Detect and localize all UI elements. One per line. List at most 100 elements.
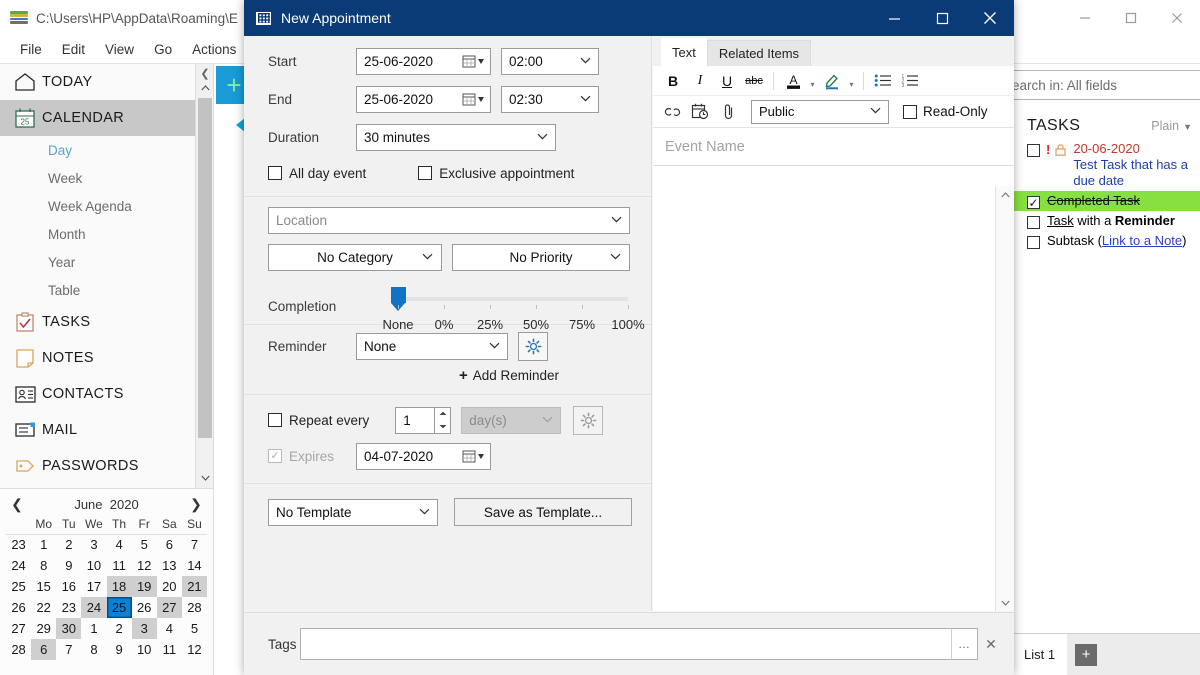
scroll-down-icon[interactable] [196, 470, 214, 486]
mini-calendar-day[interactable]: 29 [31, 618, 56, 639]
mini-calendar-day[interactable]: 7 [182, 534, 207, 555]
mini-calendar-day[interactable]: 24 [81, 597, 107, 618]
sidebar-item-today[interactable]: TODAY [0, 64, 195, 100]
add-reminder-button[interactable]: + Add Reminder [244, 367, 651, 384]
bullet-list-icon[interactable] [871, 69, 895, 93]
sidebar-item-notes[interactable]: NOTES [0, 340, 195, 376]
sidebar-subitem-day[interactable]: Day [0, 136, 195, 164]
sidebar-item-tasks[interactable]: TASKS [0, 304, 195, 340]
duration-select[interactable]: 30 minutes [356, 123, 556, 151]
all-day-checkbox[interactable] [268, 166, 282, 180]
sidebar-subitem-week[interactable]: Week [0, 164, 195, 192]
tags-input[interactable]: … [300, 628, 978, 660]
menu-file[interactable]: File [10, 42, 52, 57]
mini-calendar-day[interactable]: 15 [31, 576, 56, 597]
reminder-settings-button[interactable] [518, 331, 548, 361]
collapse-left-icon[interactable]: ❮ [196, 66, 214, 80]
mini-calendar-day[interactable]: 5 [182, 618, 207, 639]
mini-calendar-day[interactable]: 2 [56, 534, 81, 555]
task-row-completed[interactable]: Completed Task [1013, 191, 1200, 211]
sidebar-item-contacts[interactable]: CONTACTS [0, 376, 195, 412]
chevron-up-icon[interactable] [996, 186, 1015, 203]
menu-view[interactable]: View [95, 42, 144, 57]
sidebar-subitem-month[interactable]: Month [0, 220, 195, 248]
mini-calendar-day[interactable]: 5 [132, 534, 157, 555]
mini-calendar-day[interactable]: 16 [56, 576, 81, 597]
numbered-list-icon[interactable]: 1 2 3 [898, 69, 922, 93]
task-note-link[interactable]: Link to a Note [1102, 233, 1182, 248]
mini-calendar-day[interactable]: 6 [157, 534, 182, 555]
visibility-select[interactable]: Public [751, 99, 889, 124]
mini-calendar-day[interactable]: 20 [157, 576, 182, 597]
task-checkbox[interactable] [1027, 196, 1040, 209]
mini-calendar-day[interactable]: 4 [157, 618, 182, 639]
editor-scrollbar[interactable] [995, 186, 1014, 611]
sidebar-subitem-week-agenda[interactable]: Week Agenda [0, 192, 195, 220]
menu-edit[interactable]: Edit [52, 42, 95, 57]
app-close-button[interactable] [1154, 0, 1200, 36]
task-checkbox[interactable] [1027, 216, 1040, 229]
start-time-select[interactable]: 02:00 [501, 47, 599, 75]
template-select[interactable]: No Template [268, 498, 438, 526]
tab-related-items[interactable]: Related Items [706, 40, 812, 66]
reminder-select[interactable]: None [356, 332, 508, 360]
mini-calendar-day[interactable]: 11 [107, 555, 132, 576]
tasks-view-mode[interactable]: Plain [1151, 119, 1179, 133]
save-as-template-button[interactable]: Save as Template... [454, 498, 632, 526]
app-maximize-button[interactable] [1108, 0, 1154, 36]
ellipsis-icon[interactable]: … [951, 629, 977, 659]
calendar-picker-icon[interactable] [462, 450, 486, 463]
attachment-icon[interactable] [717, 100, 741, 124]
event-name-input[interactable]: Event Name [653, 128, 1014, 166]
chevron-left-icon[interactable]: ❮ [8, 494, 26, 514]
mini-calendar-day[interactable]: 10 [81, 555, 106, 576]
slider-thumb[interactable] [391, 287, 406, 311]
mini-calendar-day[interactable]: 3 [131, 618, 157, 639]
mini-calendar-day[interactable]: 1 [31, 534, 56, 555]
repeat-count-input[interactable]: 1 [395, 406, 436, 434]
mini-calendar-day[interactable]: 4 [107, 534, 132, 555]
mini-calendar-day[interactable]: 26 [132, 597, 157, 618]
calendar-picker-icon[interactable] [462, 55, 486, 68]
chevron-down-icon[interactable]: ▾ [847, 69, 856, 93]
mini-calendar-day[interactable]: 22 [31, 597, 56, 618]
mini-calendar-day[interactable]: 23 [56, 597, 81, 618]
expires-checkbox[interactable] [268, 449, 282, 463]
mini-calendar-day[interactable]: 8 [81, 639, 106, 660]
mini-calendar-day[interactable]: 9 [107, 639, 132, 660]
dialog-close-button[interactable] [966, 0, 1014, 36]
mini-calendar-day[interactable]: 11 [157, 639, 182, 660]
mini-calendar-day[interactable]: 28 [182, 597, 207, 618]
mini-calendar-day[interactable]: 6 [31, 639, 57, 660]
sidebar-subitem-table[interactable]: Table [0, 276, 195, 304]
italic-icon[interactable]: I [688, 69, 712, 93]
mini-calendar-day[interactable]: 2 [107, 618, 132, 639]
mini-calendar-day[interactable]: 1 [81, 618, 106, 639]
end-time-select[interactable]: 02:30 [501, 85, 599, 113]
readonly-control[interactable]: Read-Only [903, 104, 988, 119]
mini-calendar-day[interactable]: 7 [56, 639, 81, 660]
mini-calendar-day[interactable]: 18 [106, 576, 132, 597]
mini-calendar-day[interactable]: 21 [181, 576, 207, 597]
mini-calendar-day[interactable]: 30 [56, 618, 82, 639]
dialog-maximize-button[interactable] [918, 0, 966, 36]
category-select[interactable]: No Category [268, 244, 442, 271]
task-checkbox[interactable] [1027, 236, 1040, 249]
repeat-checkbox[interactable] [268, 413, 282, 427]
mini-calendar-day[interactable]: 13 [157, 555, 182, 576]
location-select[interactable]: Location [268, 207, 630, 234]
mini-calendar-day[interactable]: 14 [182, 555, 207, 576]
mini-calendar-day[interactable]: 27 [156, 597, 182, 618]
task-row-due-date[interactable]: ! 20-06-2020 Test Task that has a due da… [1013, 139, 1200, 191]
spinner-arrows-icon[interactable] [435, 406, 452, 434]
app-minimize-button[interactable] [1062, 0, 1108, 36]
chevron-down-icon[interactable] [996, 594, 1015, 611]
task-list-tab[interactable]: List 1 [1012, 633, 1068, 675]
sidebar-item-calendar[interactable]: 25 CALENDAR [0, 100, 195, 136]
search-input[interactable]: earch in: All fields [1005, 70, 1200, 100]
chevron-down-icon[interactable]: ▼ [1183, 122, 1192, 132]
sidebar-scrollbar[interactable]: ❮ [196, 64, 214, 488]
readonly-checkbox[interactable] [903, 104, 917, 119]
menu-actions[interactable]: Actions [182, 42, 246, 57]
task-row-reminder[interactable]: Task with a Reminder [1013, 211, 1200, 231]
